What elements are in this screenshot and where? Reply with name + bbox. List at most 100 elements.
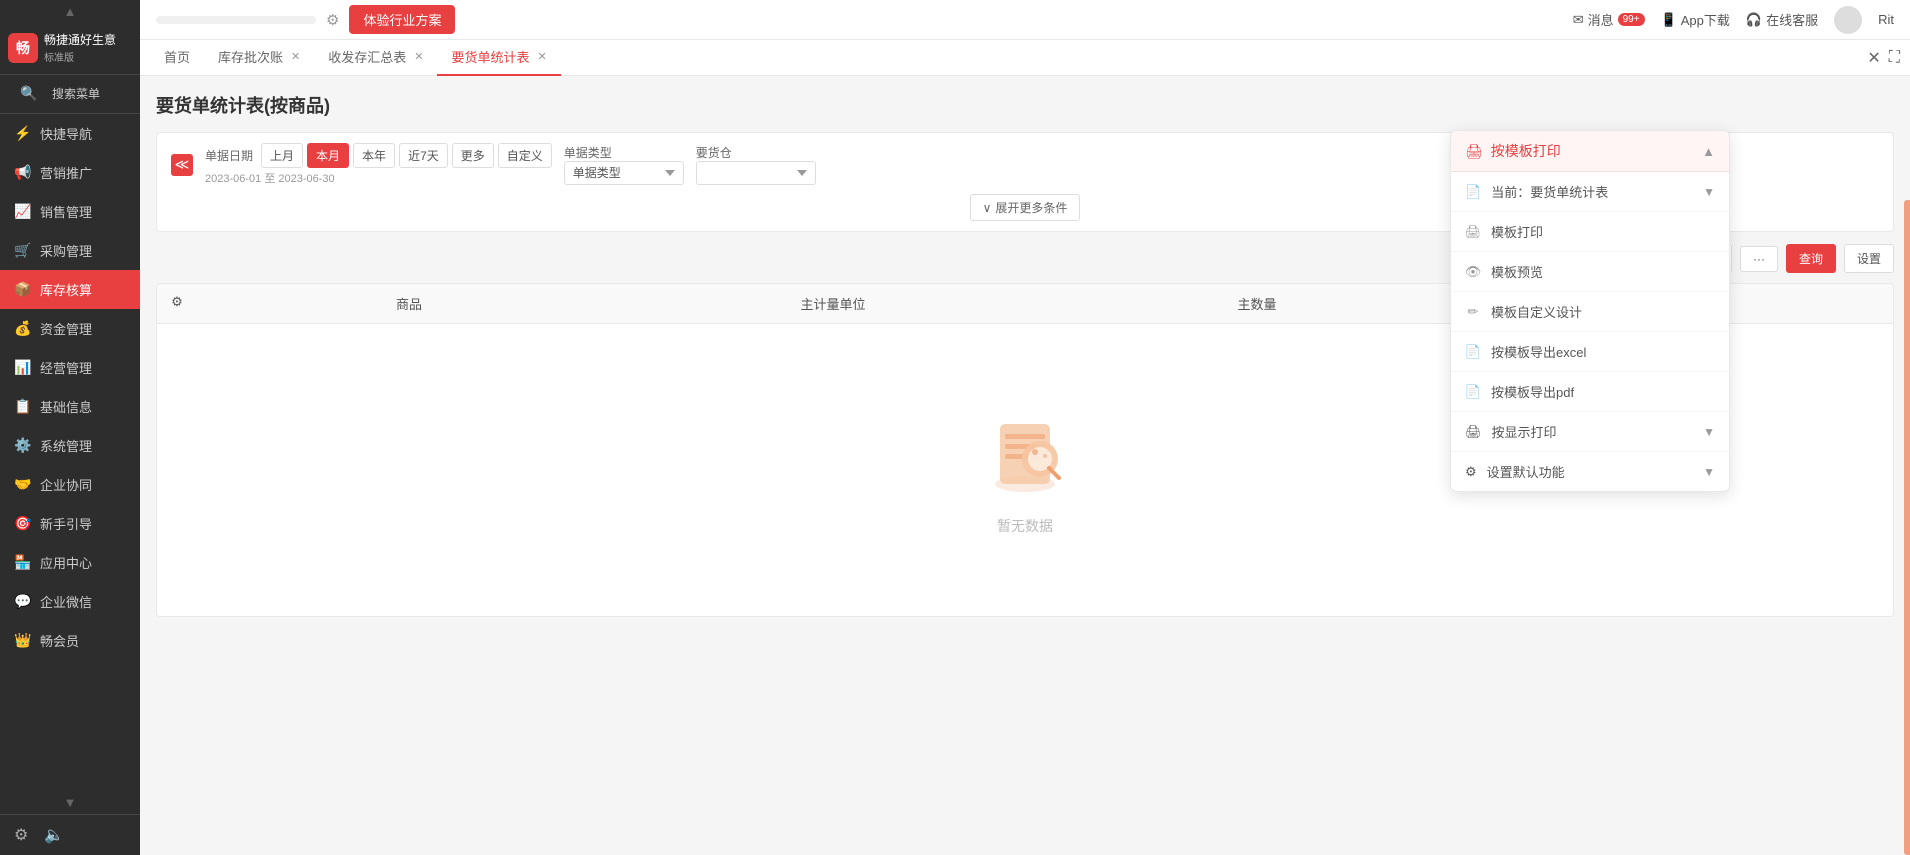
expand-tab-icon[interactable]: ⛶ xyxy=(1889,49,1900,67)
current-template-chevron: ▼ xyxy=(1703,185,1715,199)
member-icon: 👑 xyxy=(14,631,32,649)
date-range-text: 2023-06-01 至 2023-06-30 xyxy=(205,170,552,186)
sidebar-item-enterprise[interactable]: 🤝 企业协同 xyxy=(0,465,140,504)
dropdown-current-template[interactable]: 📄 当前：要货单统计表 ▼ xyxy=(1451,172,1729,212)
industry-btn[interactable]: 体验行业方案 xyxy=(349,5,455,34)
settings-label: 设置 xyxy=(1857,250,1881,267)
sidebar-scroll-down[interactable]: ▼ xyxy=(0,791,140,814)
settings-bottom-icon[interactable]: ⚙ xyxy=(14,825,28,845)
template-icon: 📄 xyxy=(1465,184,1481,200)
order-type-label: 单据类型 xyxy=(564,144,684,161)
sidebar-item-finance[interactable]: 💰 资金管理 xyxy=(0,309,140,348)
cargo-filter-group: 要货仓 xyxy=(696,144,816,185)
sidebar-search-label: 搜索菜单 xyxy=(52,85,100,102)
default-settings-label: 设置默认功能 xyxy=(1487,462,1565,481)
topbar-gear-icon[interactable]: ⚙ xyxy=(326,11,339,29)
template-preview-label: 模板预览 xyxy=(1491,262,1543,281)
date-btn-7days[interactable]: 近7天 xyxy=(399,143,448,168)
online-service-btn[interactable]: 🎧 在线客服 xyxy=(1746,10,1818,29)
sidebar-item-wechat[interactable]: 💬 企业微信 xyxy=(0,582,140,621)
tab-order-stats-close[interactable]: ✕ xyxy=(538,50,547,63)
dropdown-display-left: 🖨 按显示打印 xyxy=(1465,422,1557,441)
tab-receivables[interactable]: 收发存汇总表 ✕ xyxy=(314,39,437,76)
default-settings-chevron: ▼ xyxy=(1703,465,1715,479)
sidebar-scroll-up[interactable]: ▲ xyxy=(0,0,140,23)
date-btn-prev-month[interactable]: 上月 xyxy=(261,143,303,168)
sidebar-item-member[interactable]: 👑 畅会员 xyxy=(0,621,140,660)
topbar-search-box[interactable] xyxy=(156,16,316,24)
date-btn-custom[interactable]: 自定义 xyxy=(498,143,552,168)
dropdown-item-template-pdf[interactable]: 📄 按模板导出pdf xyxy=(1451,372,1729,412)
sidebar-search[interactable]: 🔍 搜索菜单 xyxy=(0,75,140,114)
sidebar-item-purchase[interactable]: 🛒 采购管理 xyxy=(0,231,140,270)
dropdown-default-settings[interactable]: ⚙ 设置默认功能 ▼ xyxy=(1451,452,1729,491)
dropdown-display-print[interactable]: 🖨 按显示打印 ▼ xyxy=(1451,412,1729,452)
sidebar-item-appstore[interactable]: 🏪 应用中心 xyxy=(0,543,140,582)
tab-home[interactable]: 首页 xyxy=(150,39,204,76)
sidebar-item-basic[interactable]: 📋 基础信息 xyxy=(0,387,140,426)
tab-batch-account[interactable]: 库存批次账 ✕ xyxy=(204,39,314,76)
sidebar-item-label: 销售管理 xyxy=(40,202,92,221)
finance-icon: 💰 xyxy=(14,319,32,337)
sidebar-item-label: 企业协同 xyxy=(40,475,92,494)
messages-badge: 99+ xyxy=(1618,13,1645,26)
dropdown-item-template-print[interactable]: 🖨 模板打印 xyxy=(1451,212,1729,252)
order-type-select[interactable]: 单据类型 xyxy=(564,161,684,185)
operations-icon: 📊 xyxy=(14,358,32,376)
dropdown-item-template-excel[interactable]: 📄 按模板导出excel xyxy=(1451,332,1729,372)
appstore-icon: 🏪 xyxy=(14,553,32,571)
th-quantity: 主数量 xyxy=(1045,294,1469,313)
sidebar-item-guide[interactable]: 🎯 新手引导 xyxy=(0,504,140,543)
sidebar: ▲ 畅 畅捷通好生意 标准版 🔍 搜索菜单 ⚡ 快捷导航 📢 营销推广 📈 销售… xyxy=(0,0,140,855)
cargo-label: 要货仓 xyxy=(696,144,816,161)
tab-batch-account-label: 库存批次账 xyxy=(218,47,283,66)
tab-batch-account-close[interactable]: ✕ xyxy=(291,50,300,63)
basic-icon: 📋 xyxy=(14,397,32,415)
tab-order-stats[interactable]: 要货单统计表 ✕ xyxy=(437,39,560,76)
template-preview-icon: 👁 xyxy=(1465,264,1481,280)
display-print-chevron: ▼ xyxy=(1703,425,1715,439)
dropdown-item-template-design[interactable]: ✏ 模板自定义设计 xyxy=(1451,292,1729,332)
cargo-select[interactable] xyxy=(696,161,816,185)
audio-bottom-icon[interactable]: 🔈 xyxy=(44,825,64,845)
template-pdf-label: 按模板导出pdf xyxy=(1491,382,1574,401)
sidebar-item-label: 采购管理 xyxy=(40,241,92,260)
sidebar-item-inventory[interactable]: 📦 库存核算 xyxy=(0,270,140,309)
date-btn-this-month[interactable]: 本月 xyxy=(307,143,349,168)
template-excel-label: 按模板导出excel xyxy=(1491,342,1586,361)
sidebar-item-operations[interactable]: 📊 经营管理 xyxy=(0,348,140,387)
message-icon: ✉ xyxy=(1573,12,1584,28)
order-type-filter-group: 单据类型 单据类型 xyxy=(564,144,684,185)
dropdown-title: 按模板打印 xyxy=(1491,141,1561,161)
settings-btn[interactable]: 设置 xyxy=(1844,244,1894,273)
avatar[interactable] xyxy=(1834,6,1862,34)
query-btn[interactable]: 查询 xyxy=(1786,244,1836,273)
app-download-btn[interactable]: 📱 App下载 xyxy=(1661,10,1730,29)
sidebar-item-marketing[interactable]: 📢 营销推广 xyxy=(0,153,140,192)
dropdown-printer-icon: 🖨 xyxy=(1465,143,1483,160)
close-tab-icon[interactable]: ✕ xyxy=(1867,48,1880,68)
date-btn-more[interactable]: 更多 xyxy=(452,143,494,168)
dropdown-item-template-preview[interactable]: 👁 模板预览 xyxy=(1451,252,1729,292)
sidebar-item-sales[interactable]: 📈 销售管理 xyxy=(0,192,140,231)
filter-toggle-btn[interactable]: ≪ xyxy=(171,154,193,176)
messages-btn[interactable]: ✉ 消息 99+ xyxy=(1573,10,1645,29)
online-service-label: 在线客服 xyxy=(1766,10,1818,29)
sidebar-item-label: 资金管理 xyxy=(40,319,92,338)
sidebar-item-quick-nav[interactable]: ⚡ 快捷导航 xyxy=(0,114,140,153)
wechat-icon: 💬 xyxy=(14,592,32,610)
messages-label: 消息 xyxy=(1588,10,1614,29)
th-settings[interactable]: ⚙ xyxy=(157,294,197,313)
tab-receivables-close[interactable]: ✕ xyxy=(414,50,423,63)
expand-conditions-btn[interactable]: ∨ 展开更多条件 xyxy=(970,194,1081,221)
date-btn-this-year[interactable]: 本年 xyxy=(353,143,395,168)
template-pdf-icon: 📄 xyxy=(1465,384,1481,400)
sidebar-logo: 畅 畅捷通好生意 标准版 xyxy=(0,23,140,75)
sidebar-item-system[interactable]: ⚙️ 系统管理 xyxy=(0,426,140,465)
topbar: ⚙ 体验行业方案 ✉ 消息 99+ 📱 App下载 🎧 在线客服 Rit xyxy=(140,0,1910,40)
expand-label: 展开更多条件 xyxy=(995,199,1067,216)
resize-handle[interactable] xyxy=(1904,200,1910,855)
sidebar-item-label: 企业微信 xyxy=(40,592,92,611)
system-icon: ⚙️ xyxy=(14,436,32,454)
more-btn[interactable]: ··· xyxy=(1740,246,1778,272)
